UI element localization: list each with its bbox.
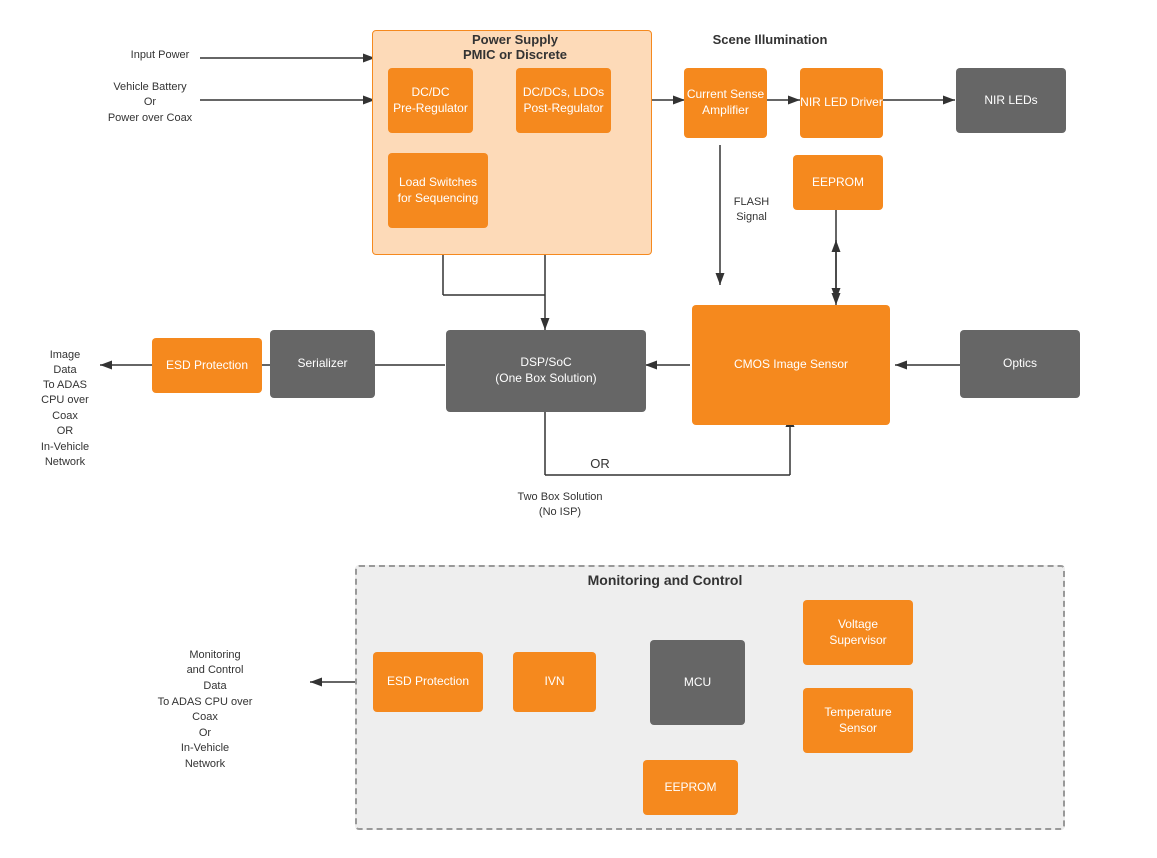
power-supply-label: Power Supply PMIC or Discrete bbox=[420, 32, 610, 62]
dsp-soc-block: DSP/SoC (One Box Solution) bbox=[446, 330, 646, 412]
image-data-label: Image Data bbox=[30, 348, 100, 379]
esd-protection-top-block: ESD Protection bbox=[152, 338, 262, 393]
to-adas-bottom-label: To ADAS CPU over Coax Or In-Vehicle Netw… bbox=[140, 695, 270, 772]
nir-led-driver-block: NIR LED Driver bbox=[800, 68, 883, 138]
dc-dc-pre-reg-block: DC/DC Pre-Regulator bbox=[388, 68, 473, 133]
flash-signal-label: FLASH Signal bbox=[724, 195, 779, 226]
input-power-label: Input Power bbox=[120, 48, 200, 63]
mcu-block: MCU bbox=[650, 640, 745, 725]
scene-illumination-label: Scene Illumination bbox=[670, 32, 870, 47]
monitoring-data-label: Monitoring and Control Data bbox=[155, 648, 275, 694]
optics-block: Optics bbox=[960, 330, 1080, 398]
dc-dcs-ldos-block: DC/DCs, LDOs Post-Regulator bbox=[516, 68, 611, 133]
current-sense-amp-block: Current Sense Amplifier bbox=[684, 68, 767, 138]
diagram-container: Input Power Vehicle Battery Or Power ove… bbox=[0, 0, 1157, 858]
voltage-supervisor-block: Voltage Supervisor bbox=[803, 600, 913, 665]
temperature-sensor-block: Temperature Sensor bbox=[803, 688, 913, 753]
or-label: OR bbox=[580, 455, 620, 473]
ivn-block: IVN bbox=[513, 652, 596, 712]
nir-leds-block: NIR LEDs bbox=[956, 68, 1066, 133]
eeprom-bottom-block: EEPROM bbox=[643, 760, 738, 815]
monitoring-control-label: Monitoring and Control bbox=[480, 572, 850, 588]
to-adas-top-label: To ADAS CPU over Coax OR In-Vehicle Netw… bbox=[15, 378, 115, 470]
load-switches-block: Load Switches for Sequencing bbox=[388, 153, 488, 228]
serializer-block: Serializer bbox=[270, 330, 375, 398]
cmos-image-sensor-block: CMOS Image Sensor bbox=[692, 305, 890, 425]
two-box-solution-label: Two Box Solution (No ISP) bbox=[490, 490, 630, 521]
eeprom-top-block: EEPROM bbox=[793, 155, 883, 210]
vehicle-battery-label: Vehicle Battery Or Power over Coax bbox=[100, 80, 200, 126]
esd-protection-bottom-block: ESD Protection bbox=[373, 652, 483, 712]
